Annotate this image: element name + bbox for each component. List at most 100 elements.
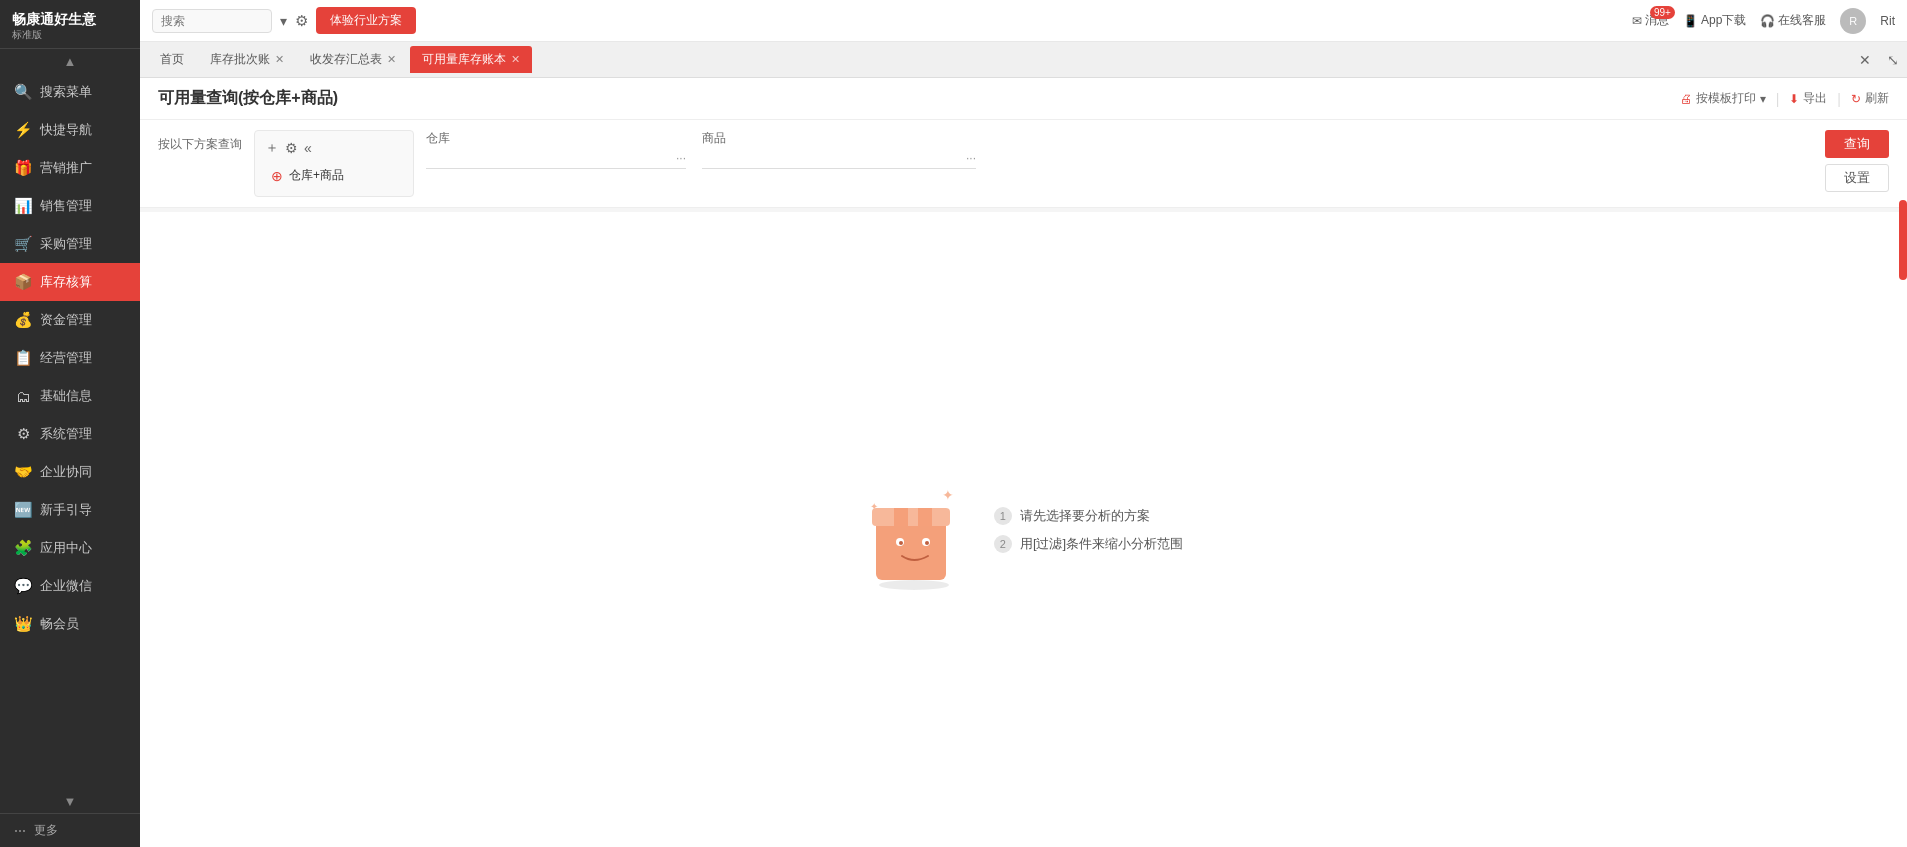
tab-batch[interactable]: 库存批次账 ✕: [198, 46, 296, 73]
search-input[interactable]: [152, 9, 272, 33]
sidebar-item-basic[interactable]: 🗂 基础信息: [0, 377, 140, 415]
gear-btn[interactable]: ⚙: [295, 12, 308, 30]
app-name: 畅康通好生意: [12, 10, 128, 28]
refresh-btn[interactable]: ↻ 刷新: [1851, 90, 1889, 107]
service-label: 在线客服: [1778, 12, 1826, 29]
more-icon: ⋯: [14, 824, 26, 838]
enterprise-icon: 🤝: [14, 463, 32, 481]
filter-fields: 仓库 ··· 商品 ···: [426, 130, 1813, 169]
print-label: 按模板打印: [1696, 90, 1756, 107]
svg-point-0: [879, 580, 949, 590]
tab-batch-label: 库存批次账: [210, 51, 270, 68]
scheme-item-label: 仓库+商品: [289, 167, 344, 184]
scheme-item-warehouse-goods[interactable]: ⊕ 仓库+商品: [265, 163, 403, 188]
filter-label: 按以下方案查询: [158, 130, 242, 153]
sidebar-item-label: 新手引导: [40, 501, 92, 519]
search-box: [152, 9, 272, 33]
sidebar-item-wechat[interactable]: 💬 企业微信: [0, 567, 140, 605]
sidebar-item-label: 系统管理: [40, 425, 92, 443]
finance-icon: 💰: [14, 311, 32, 329]
tab-available-close[interactable]: ✕: [511, 53, 520, 66]
guide-icon: 🆕: [14, 501, 32, 519]
sidebar-item-enterprise[interactable]: 🤝 企业协同: [0, 453, 140, 491]
filter-field-goods: 商品 ···: [702, 130, 976, 169]
sidebar-item-label: 销售管理: [40, 197, 92, 215]
print-btn[interactable]: 🖨 按模板打印 ▾: [1680, 90, 1766, 107]
avatar[interactable]: R: [1840, 8, 1866, 34]
sidebar-item-purchase[interactable]: 🛒 采购管理: [0, 225, 140, 263]
export-label: 导出: [1803, 90, 1827, 107]
hint-text-2: 用[过滤]条件来缩小分析范围: [1020, 535, 1183, 553]
sidebar-item-shortcut[interactable]: ⚡ 快捷导航: [0, 111, 140, 149]
tab-summary-close[interactable]: ✕: [387, 53, 396, 66]
export-btn[interactable]: ⬇ 导出: [1789, 90, 1827, 107]
member-icon: 👑: [14, 615, 32, 633]
svg-rect-4: [918, 508, 932, 526]
dropdown-btn[interactable]: ▾: [280, 13, 287, 29]
sidebar-item-sales[interactable]: 📊 销售管理: [0, 187, 140, 225]
filter-area: 按以下方案查询 ＋ ⚙ « ⊕ 仓库+商品 仓库: [140, 120, 1907, 208]
query-btn[interactable]: 查询: [1825, 130, 1889, 158]
message-btn[interactable]: ✉ 消息 99+: [1632, 12, 1669, 29]
sidebar-item-operation[interactable]: 📋 经营管理: [0, 339, 140, 377]
tabbar: 首页 库存批次账 ✕ 收发存汇总表 ✕ 可用量库存账本 ✕ ✕ ⤡: [140, 42, 1907, 78]
sidebar-item-inventory[interactable]: 📦 库存核算: [0, 263, 140, 301]
sidebar-item-finance[interactable]: 💰 资金管理: [0, 301, 140, 339]
app-icon: 📱: [1683, 14, 1698, 28]
tab-home-label: 首页: [160, 51, 184, 68]
tab-available[interactable]: 可用量库存账本 ✕: [410, 46, 532, 73]
page-title: 可用量查询(按仓库+商品): [158, 88, 338, 109]
goods-more-btn[interactable]: ···: [966, 151, 976, 165]
scroll-up-btn[interactable]: ▲: [0, 49, 140, 73]
tab-batch-close[interactable]: ✕: [275, 53, 284, 66]
sidebar-item-system[interactable]: ⚙ 系统管理: [0, 415, 140, 453]
scroll-down-btn[interactable]: ▼: [0, 789, 140, 813]
industry-btn[interactable]: 体验行业方案: [316, 7, 416, 34]
wechat-icon: 💬: [14, 577, 32, 595]
svg-rect-2: [872, 508, 950, 526]
sidebar-item-marketing[interactable]: 🎁 营销推广: [0, 149, 140, 187]
print-dropdown-icon: ▾: [1760, 92, 1766, 106]
empty-illustration: ✦ ✦: [864, 480, 964, 580]
refresh-icon: ↻: [1851, 92, 1861, 106]
sidebar-item-apps[interactable]: 🧩 应用中心: [0, 529, 140, 567]
scheme-add-btn[interactable]: ＋: [265, 139, 279, 157]
app-download-btn[interactable]: 📱 App下载: [1683, 12, 1746, 29]
filter-row: 按以下方案查询 ＋ ⚙ « ⊕ 仓库+商品 仓库: [158, 130, 1889, 197]
tab-home[interactable]: 首页: [148, 46, 196, 73]
sidebar-item-label: 资金管理: [40, 311, 92, 329]
filter-buttons: 查询 设置: [1825, 130, 1889, 192]
scheme-header: ＋ ⚙ «: [265, 139, 403, 157]
content-area: 可用量查询(按仓库+商品) 🖨 按模板打印 ▾ | ⬇ 导出 | ↻ 刷新: [140, 78, 1907, 847]
settings-btn[interactable]: 设置: [1825, 164, 1889, 192]
tab-summary-label: 收发存汇总表: [310, 51, 382, 68]
scheme-settings-btn[interactable]: ⚙: [285, 140, 298, 156]
purchase-icon: 🛒: [14, 235, 32, 253]
service-btn[interactable]: 🎧 在线客服: [1760, 12, 1826, 29]
sidebar-bottom[interactable]: ⋯ 更多: [0, 813, 140, 847]
hint-num-1: 1: [994, 507, 1012, 525]
topbar-right: ✉ 消息 99+ 📱 App下载 🎧 在线客服 R Rit: [1632, 8, 1895, 34]
empty-hint-2: 2 用[过滤]条件来缩小分析范围: [994, 535, 1183, 553]
sidebar-item-label: 畅会员: [40, 615, 79, 633]
tab-available-label: 可用量库存账本: [422, 51, 506, 68]
goods-input[interactable]: [702, 151, 962, 165]
export-icon: ⬇: [1789, 92, 1799, 106]
warehouse-more-btn[interactable]: ···: [676, 151, 686, 165]
expand-tabs-btn[interactable]: ⤡: [1887, 52, 1899, 68]
sidebar-item-guide[interactable]: 🆕 新手引导: [0, 491, 140, 529]
tab-summary[interactable]: 收发存汇总表 ✕: [298, 46, 408, 73]
sidebar-item-label: 搜索菜单: [40, 83, 92, 101]
filter-field-warehouse: 仓库 ···: [426, 130, 686, 169]
empty-state: ✦ ✦ 1 请先选择要分析的方案 2 用[过滤]条件来缩小分析范围: [140, 212, 1907, 847]
warehouse-input[interactable]: [426, 151, 672, 165]
topbar: ▾ ⚙ 体验行业方案 ✉ 消息 99+ 📱 App下载 🎧 在线客服 R Rit: [140, 0, 1907, 42]
scheme-collapse-btn[interactable]: «: [304, 140, 312, 156]
sidebar-item-search[interactable]: 🔍 搜索菜单: [0, 73, 140, 111]
username[interactable]: Rit: [1880, 14, 1895, 28]
page-actions: 🖨 按模板打印 ▾ | ⬇ 导出 | ↻ 刷新: [1680, 90, 1889, 107]
close-all-tabs-btn[interactable]: ✕: [1859, 52, 1871, 68]
scheme-item-icon: ⊕: [271, 168, 283, 184]
goods-label: 商品: [702, 130, 976, 147]
sidebar-item-member[interactable]: 👑 畅会员: [0, 605, 140, 643]
